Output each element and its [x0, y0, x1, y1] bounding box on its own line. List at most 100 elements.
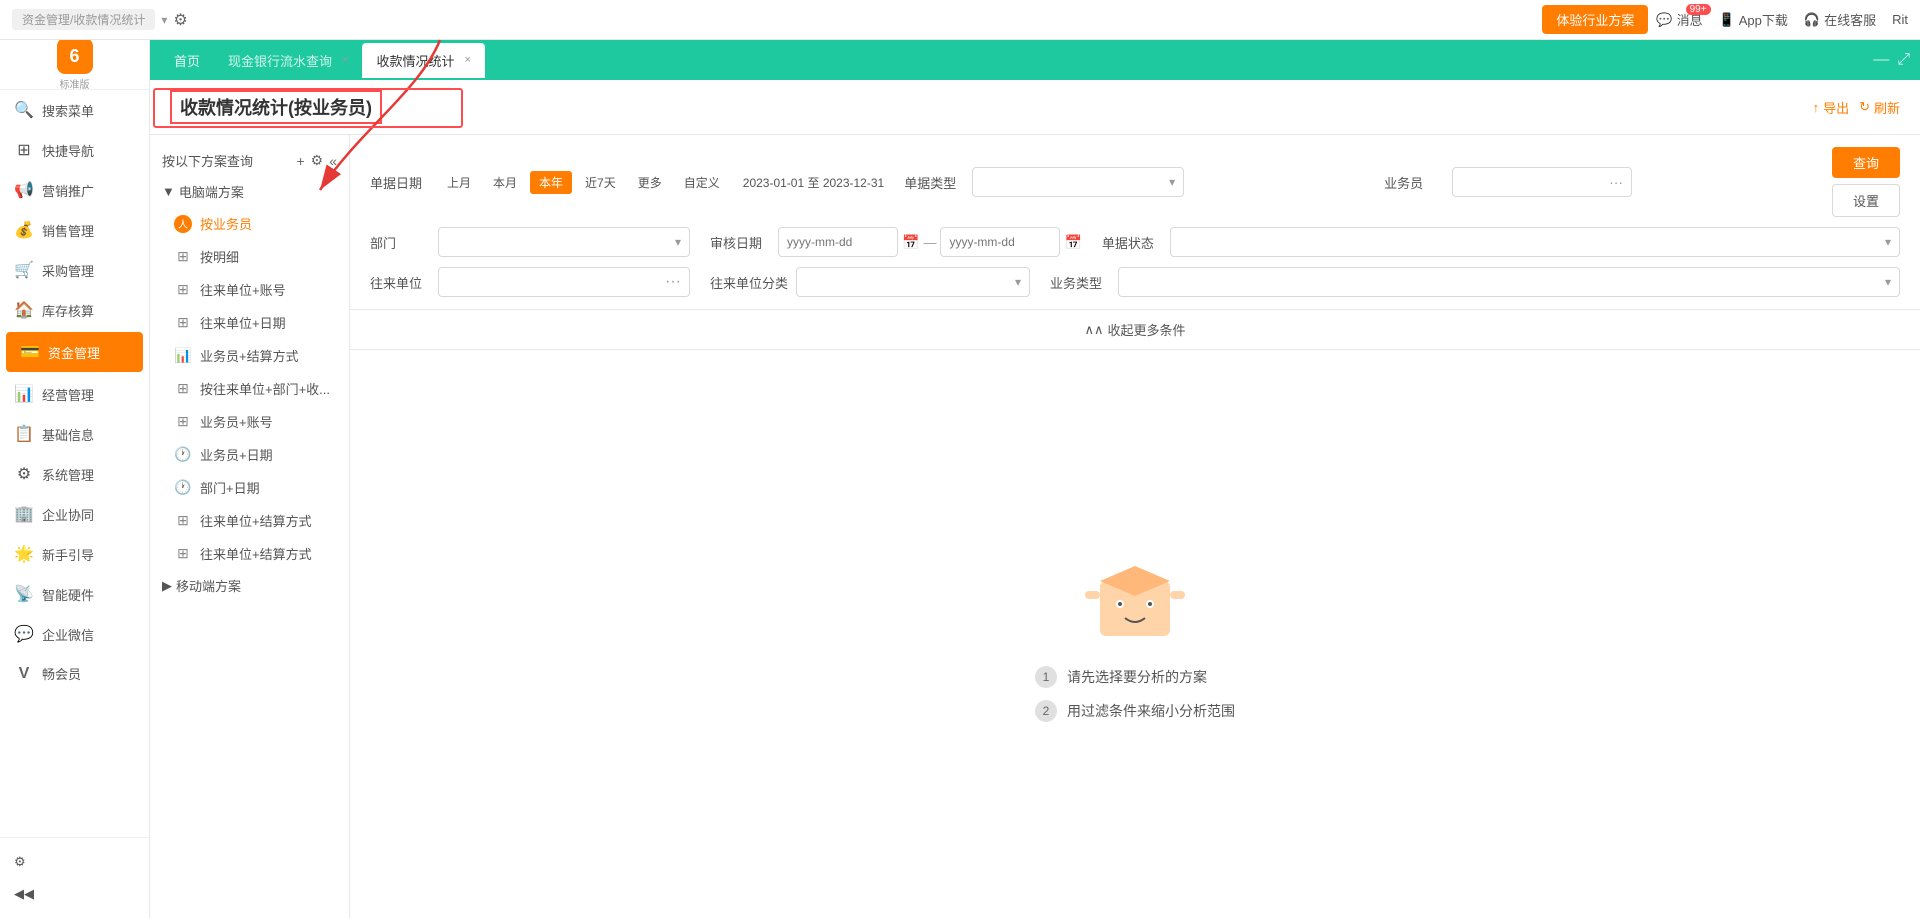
dept-select[interactable]: ▾ [438, 227, 690, 257]
sidebar-bottom-settings[interactable]: ⚙ [0, 846, 149, 878]
biz-type-select[interactable]: ▾ [1118, 267, 1900, 297]
scheme-item-unit-settlement2[interactable]: ⊞ 往来单位+结算方式 [150, 537, 349, 570]
doc-status-select[interactable]: ▾ [1170, 227, 1900, 257]
salesman-select[interactable]: ··· [1452, 167, 1632, 197]
sidebar-item-marketing[interactable]: 📢 营销推广 [0, 170, 149, 210]
export-label: 导出 [1823, 98, 1849, 117]
scheme-item-label-salesman-date: 业务员+日期 [200, 445, 273, 464]
service-label: 在线客服 [1824, 10, 1876, 29]
partner-select[interactable]: ··· [438, 267, 690, 297]
sidebar-label-marketing: 营销推广 [42, 181, 94, 200]
sidebar-bottom-collapse[interactable]: ◀◀ [0, 878, 149, 910]
sidebar-item-search[interactable]: 🔍 搜索菜单 [0, 90, 149, 130]
scheme-item-unit-dept-collection[interactable]: ⊞ 按往来单位+部门+收... [150, 372, 349, 405]
sidebar-item-purchase[interactable]: 🛒 采购管理 [0, 250, 149, 290]
calendar-to-icon[interactable]: 📅 [1064, 234, 1081, 251]
sidebar-item-member[interactable]: V 畅会员 [0, 654, 149, 693]
tab-bank-flow[interactable]: 现金银行流水查询 × [214, 43, 362, 78]
scheme-settings-icon[interactable]: ⚙ [311, 152, 324, 169]
scheme-add-icon[interactable]: + [296, 153, 304, 169]
tab-collection-stats[interactable]: 收款情况统计 × [362, 43, 484, 78]
salesman-dots-icon[interactable]: ··· [1609, 174, 1623, 190]
refresh-button[interactable]: ↻ 刷新 [1859, 98, 1900, 117]
scheme-item-by-salesman[interactable]: 人 按业务员 [150, 207, 349, 240]
export-button[interactable]: ↑ 导出 [1813, 98, 1850, 117]
partner-category-select[interactable]: ▾ [796, 267, 1030, 297]
sidebar-item-guide[interactable]: 🌟 新手引导 [0, 534, 149, 574]
scheme-item-dept-date[interactable]: 🕐 部门+日期 [150, 471, 349, 504]
dept-chevron: ▾ [675, 235, 681, 249]
date-tab-more[interactable]: 更多 [629, 171, 671, 194]
scheme-item-salesman-account[interactable]: ⊞ 业务员+账号 [150, 405, 349, 438]
message-item[interactable]: 💬 消息 99+ [1656, 10, 1702, 29]
scheme-item-unit-settlement1[interactable]: ⊞ 往来单位+结算方式 [150, 504, 349, 537]
sidebar-item-basic-info[interactable]: 📋 基础信息 [0, 414, 149, 454]
collapse-button[interactable]: ∧∧ 收起更多条件 [1084, 320, 1185, 339]
scheme-icon-salesman: 人 [174, 215, 192, 233]
scheme-item-label-unit-date: 往来单位+日期 [200, 313, 286, 332]
date-tab-this-year[interactable]: 本年 [530, 171, 572, 194]
scheme-item-by-detail[interactable]: ⊞ 按明细 [150, 240, 349, 273]
sidebar-label-weixin: 企业微信 [42, 625, 94, 644]
date-tab-custom[interactable]: 自定义 [675, 171, 729, 194]
logo-text: 6 [69, 46, 79, 67]
scheme-collapse-icon[interactable]: « [329, 153, 337, 169]
sidebar-item-operations[interactable]: 📊 经营管理 [0, 374, 149, 414]
sidebar-item-system[interactable]: ⚙ 系统管理 [0, 454, 149, 494]
chevron-down-icon[interactable]: ▾ [161, 13, 167, 27]
date-tab-this-month[interactable]: 本月 [484, 171, 526, 194]
sidebar-label-inventory: 库存核算 [42, 301, 94, 320]
date-range-display: 2023-01-01 至 2023-12-31 [743, 174, 884, 191]
tab-collection-stats-close[interactable]: × [464, 54, 470, 66]
home-icon: ⊞ [14, 140, 34, 160]
review-date-label: 审核日期 [710, 233, 770, 252]
tip-text-2: 用过滤条件来缩小分析范围 [1067, 701, 1235, 721]
doc-type-label: 单据类型 [904, 173, 964, 192]
online-service-item[interactable]: 🎧 在线客服 [1804, 10, 1876, 29]
sidebar-item-enterprise[interactable]: 🏢 企业协同 [0, 494, 149, 534]
filter-item-salesman: 业务员 ··· [1384, 167, 1632, 197]
date-tab-7days[interactable]: 近7天 [576, 171, 625, 194]
scheme-item-salesman-settlement[interactable]: 📊 业务员+结算方式 [150, 339, 349, 372]
message-icon: 💬 [1656, 12, 1672, 28]
scheme-item-unit-date[interactable]: ⊞ 往来单位+日期 [150, 306, 349, 339]
query-button[interactable]: 查询 [1832, 147, 1900, 178]
tab-maximize-icon[interactable]: ⤢ [1897, 51, 1910, 69]
calendar-from-icon[interactable]: 📅 [902, 234, 919, 251]
doc-type-chevron: ▾ [1169, 175, 1175, 189]
sidebar-item-weixin[interactable]: 💬 企业微信 [0, 614, 149, 654]
sidebar-item-quick-nav[interactable]: ⊞ 快捷导航 [0, 130, 149, 170]
search-icon: 🔍 [14, 100, 34, 120]
scheme-category-mobile[interactable]: ▶ 移动端方案 [150, 570, 349, 601]
scheme-item-salesman-date[interactable]: 🕐 业务员+日期 [150, 438, 349, 471]
scheme-icon-unit-settlement2: ⊞ [174, 545, 192, 563]
scheme-icon-unit-dept: ⊞ [174, 380, 192, 398]
tab-minimize-icon[interactable]: — [1873, 51, 1889, 69]
tab-bank-flow-close[interactable]: × [342, 54, 348, 66]
partner-dots-icon[interactable]: ··· [665, 273, 681, 291]
set-button[interactable]: 设置 [1832, 184, 1900, 217]
sales-icon: 💰 [14, 220, 34, 240]
settings-icon[interactable]: ⚙ [173, 10, 187, 30]
doc-type-select[interactable]: ▾ [972, 167, 1184, 197]
partner-label: 往来单位 [370, 273, 430, 292]
tab-home[interactable]: 首页 [160, 43, 214, 78]
date-tab-last-month[interactable]: 上月 [438, 171, 480, 194]
app-download-item[interactable]: 📱 App下载 [1719, 10, 1788, 29]
review-date-from[interactable] [778, 227, 898, 257]
user-avatar-area[interactable]: Rit [1892, 12, 1908, 27]
sidebar-item-inventory[interactable]: 🏠 库存核算 [0, 290, 149, 330]
date-label: 单据日期 [370, 173, 430, 192]
scheme-item-unit-account[interactable]: ⊞ 往来单位+账号 [150, 273, 349, 306]
empty-tips: 1 请先选择要分析的方案 2 用过滤条件来缩小分析范围 [1035, 666, 1235, 722]
sidebar-item-finance[interactable]: 💳 资金管理 [6, 332, 143, 372]
review-date-to[interactable] [940, 227, 1060, 257]
biz-type-chevron: ▾ [1885, 275, 1891, 289]
sidebar-item-sales[interactable]: 💰 销售管理 [0, 210, 149, 250]
scheme-category-desktop[interactable]: ▼ 电脑端方案 [150, 176, 349, 207]
trial-button[interactable]: 体验行业方案 [1542, 5, 1648, 34]
filter-item-review-date: 审核日期 📅 — 📅 [710, 227, 1082, 257]
scheme-item-label-salesman-account: 业务员+账号 [200, 412, 273, 431]
sidebar-item-smart-hw[interactable]: 📡 智能硬件 [0, 574, 149, 614]
breadcrumb-area: 资金管理/收款情况统计 ▾ ⚙ [12, 9, 1534, 30]
